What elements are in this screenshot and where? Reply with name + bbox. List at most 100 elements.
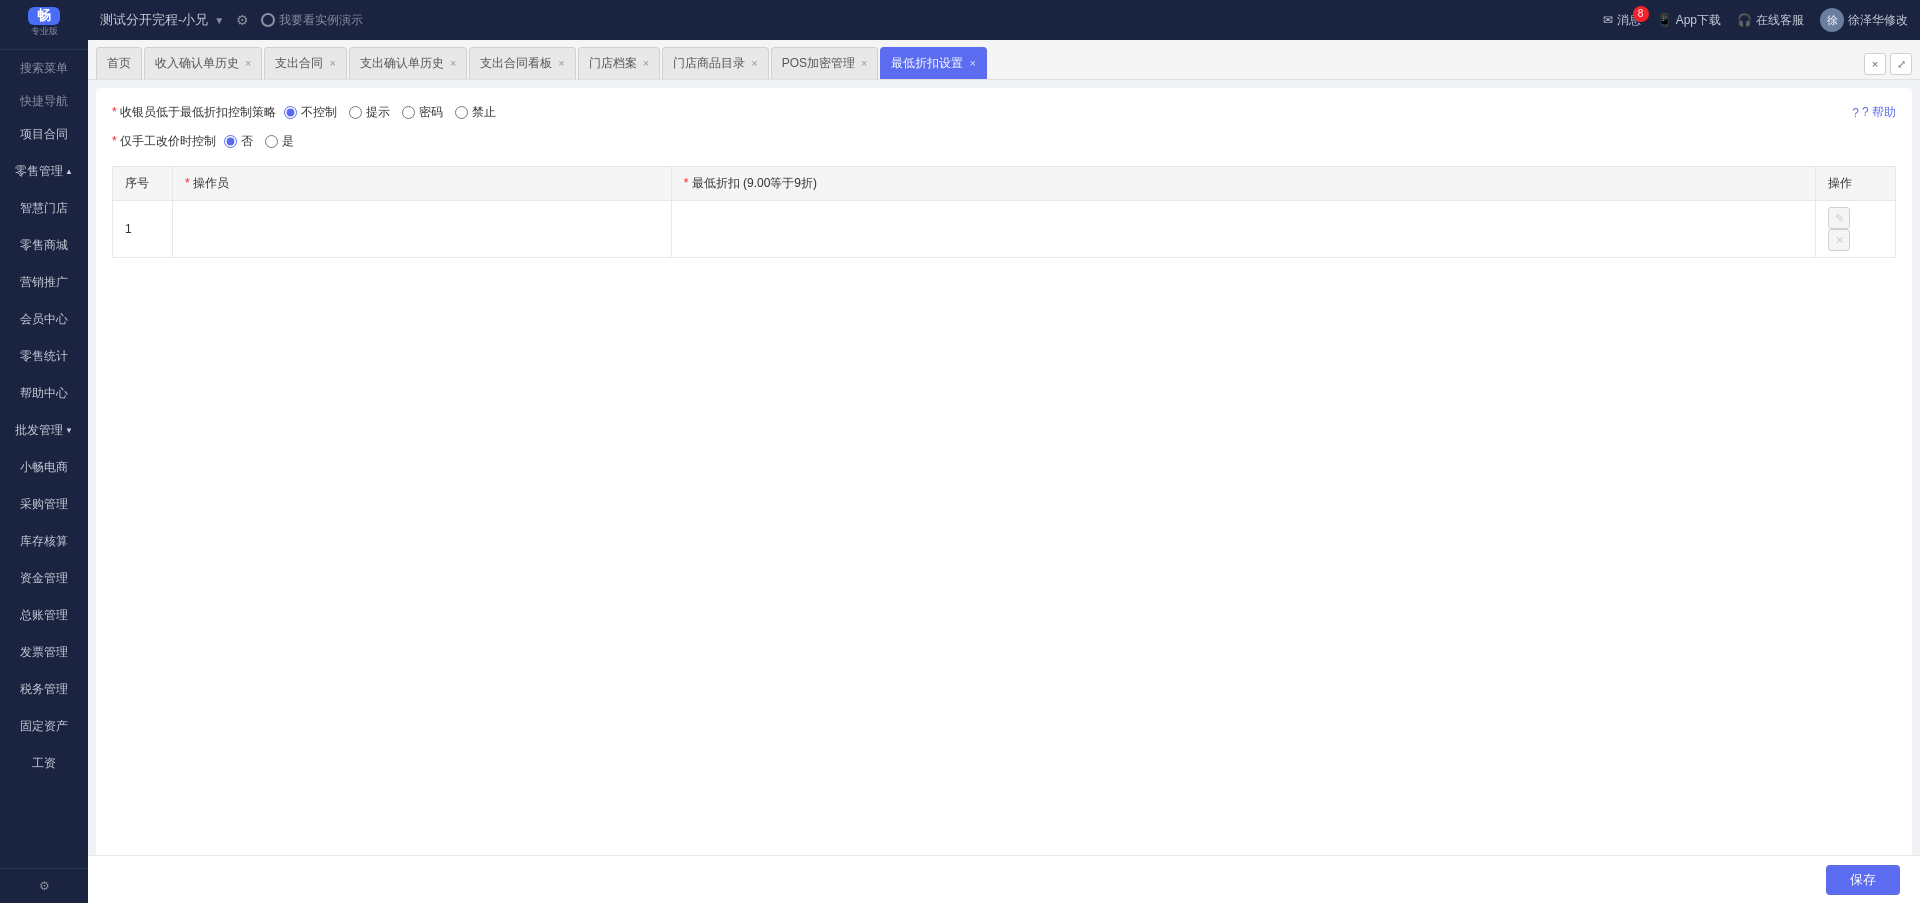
radio-no-control-input[interactable]: [284, 106, 297, 119]
sidebar-quick-nav[interactable]: 快捷导航: [0, 87, 88, 116]
topbar-settings-icon[interactable]: ⚙: [236, 12, 249, 28]
radio-no-label: 否: [241, 133, 253, 150]
tab-pos-security[interactable]: POS加密管理 ×: [771, 47, 879, 79]
radio-remind-input[interactable]: [349, 106, 362, 119]
page-card: ? ? 帮助 收银员低于最低折扣控制策略 不控制 提示: [96, 88, 1912, 879]
tab-home-label: 首页: [107, 55, 131, 72]
row-action-btn-1[interactable]: ✎: [1828, 207, 1850, 229]
tab-min-discount-close[interactable]: ×: [969, 58, 975, 69]
radio-no[interactable]: 否: [224, 133, 253, 150]
radio-password[interactable]: 密码: [402, 104, 443, 121]
sidebar-item-tax[interactable]: 税务管理: [0, 671, 88, 708]
tab-store-goods-close[interactable]: ×: [751, 58, 757, 69]
table-row: 1 ✎ ✕: [113, 201, 1896, 258]
col-seq: 序号: [113, 167, 173, 201]
sidebar-item-member-center[interactable]: 会员中心: [0, 301, 88, 338]
sidebar-item-marketing[interactable]: 营销推广: [0, 264, 88, 301]
col-actions: 操作: [1816, 167, 1896, 201]
tab-payment-contract-close[interactable]: ×: [329, 58, 335, 69]
sidebar-item-fixed-assets[interactable]: 固定资产: [0, 708, 88, 745]
radio-yes[interactable]: 是: [265, 133, 294, 150]
sidebar-search-menu[interactable]: 搜索菜单: [0, 50, 88, 87]
sidebar-item-salary[interactable]: 工资: [0, 745, 88, 782]
sidebar-item-project-contract[interactable]: 项目合同: [0, 116, 88, 153]
topbar: 测试分开完程-小兄 ▼ ⚙ 我要看实例演示 ✉ 消息 8 📱 App下载 🎧 在…: [88, 0, 1920, 40]
radio-password-input[interactable]: [402, 106, 415, 119]
radio-remind-label: 提示: [366, 104, 390, 121]
cell-seq: 1: [113, 201, 173, 258]
sidebar-item-purchase[interactable]: 采购管理: [0, 486, 88, 523]
tab-close-all-btn[interactable]: ×: [1864, 53, 1886, 75]
user-btn[interactable]: 徐 徐泽华修改: [1820, 8, 1908, 32]
sidebar-item-inventory[interactable]: 库存核算: [0, 523, 88, 560]
table-header-row: 序号 * 操作员 * 最低折扣 (9.00等于9折) 操作: [113, 167, 1896, 201]
topbar-demo-btn[interactable]: 我要看实例演示: [261, 12, 363, 29]
sidebar-item-invoice[interactable]: 发票管理: [0, 634, 88, 671]
tab-payment-contract[interactable]: 支出合同 ×: [264, 47, 346, 79]
sidebar-item-help-center[interactable]: 帮助中心: [0, 375, 88, 412]
tab-income-confirm-history-close[interactable]: ×: [245, 58, 251, 69]
sidebar-item-finance[interactable]: 资金管理: [0, 560, 88, 597]
user-name: 徐泽华修改: [1848, 12, 1908, 29]
save-button[interactable]: 保存: [1826, 865, 1900, 895]
col-min-discount: * 最低折扣 (9.00等于9折): [671, 167, 1815, 201]
sidebar-item-ecommerce[interactable]: 小畅电商: [0, 449, 88, 486]
manual-price-row: 仅手工改价时控制 否 是: [112, 133, 1896, 150]
page-footer: 保存: [88, 855, 1920, 903]
discount-control-radio-group: 不控制 提示 密码 禁止: [284, 104, 496, 121]
sidebar-item-batch-management[interactable]: 批发管理: [0, 412, 88, 449]
tab-min-discount[interactable]: 最低折扣设置 ×: [880, 47, 986, 79]
tabbar-right-btns: × ⤢: [1864, 53, 1912, 79]
radio-password-label: 密码: [419, 104, 443, 121]
sidebar-item-retail-management[interactable]: 零售管理: [0, 153, 88, 190]
tab-pos-security-close[interactable]: ×: [861, 58, 867, 69]
tab-store-goods[interactable]: 门店商品目录 ×: [662, 47, 768, 79]
radio-forbid[interactable]: 禁止: [455, 104, 496, 121]
content-area: ? ? 帮助 收银员低于最低折扣控制策略 不控制 提示: [88, 80, 1920, 903]
tab-expand-btn[interactable]: ⤢: [1890, 53, 1912, 75]
tab-home[interactable]: 首页: [96, 47, 142, 79]
sidebar-settings-btn[interactable]: ⚙: [0, 868, 88, 903]
radio-yes-label: 是: [282, 133, 294, 150]
tab-store-files-label: 门店档案: [589, 55, 637, 72]
radio-forbid-label: 禁止: [472, 104, 496, 121]
online-service-btn[interactable]: 🎧 在线客服: [1737, 12, 1804, 29]
tab-payment-board[interactable]: 支出合同看板 ×: [469, 47, 575, 79]
tab-payment-board-label: 支出合同看板: [480, 55, 552, 72]
sidebar-item-ledger[interactable]: 总账管理: [0, 597, 88, 634]
tab-payment-confirm-history-label: 支出确认单历史: [360, 55, 444, 72]
app-download-btn[interactable]: 📱 App下载: [1657, 12, 1721, 29]
radio-no-input[interactable]: [224, 135, 237, 148]
cell-actions: ✎ ✕: [1816, 201, 1896, 258]
sidebar-item-retail-stats[interactable]: 零售统计: [0, 338, 88, 375]
radio-no-control[interactable]: 不控制: [284, 104, 337, 121]
sidebar-item-retail-mall[interactable]: 零售商城: [0, 227, 88, 264]
tab-store-files[interactable]: 门店档案 ×: [578, 47, 660, 79]
tab-pos-security-label: POS加密管理: [782, 55, 855, 72]
discount-control-row: 收银员低于最低折扣控制策略 不控制 提示 密码: [112, 104, 1896, 121]
avatar: 徐: [1820, 8, 1844, 32]
topbar-right: ✉ 消息 8 📱 App下载 🎧 在线客服 徐 徐泽华修改: [1603, 8, 1908, 32]
help-link[interactable]: ? ? 帮助: [1852, 104, 1896, 121]
radio-forbid-input[interactable]: [455, 106, 468, 119]
topbar-project[interactable]: 测试分开完程-小兄 ▼: [100, 11, 224, 29]
tab-payment-confirm-history-close[interactable]: ×: [450, 58, 456, 69]
radio-remind[interactable]: 提示: [349, 104, 390, 121]
message-badge: 8: [1633, 6, 1649, 22]
sidebar-item-smart-store[interactable]: 智慧门店: [0, 190, 88, 227]
tab-store-files-close[interactable]: ×: [643, 58, 649, 69]
tab-payment-board-close[interactable]: ×: [558, 58, 564, 69]
demo-circle-icon: [261, 13, 275, 27]
radio-no-control-label: 不控制: [301, 104, 337, 121]
tabbar: 首页 收入确认单历史 × 支出合同 × 支出确认单历史 × 支出合同看板 × 门…: [88, 40, 1920, 80]
app-download-icon: 📱: [1657, 13, 1672, 27]
message-btn[interactable]: ✉ 消息 8: [1603, 12, 1641, 29]
tab-income-confirm-history[interactable]: 收入确认单历史 ×: [144, 47, 262, 79]
radio-yes-input[interactable]: [265, 135, 278, 148]
project-dropdown-icon: ▼: [214, 15, 224, 26]
discount-control-label: 收银员低于最低折扣控制策略: [112, 104, 276, 121]
tab-payment-confirm-history[interactable]: 支出确认单历史 ×: [349, 47, 467, 79]
row-action-btn-2[interactable]: ✕: [1828, 229, 1850, 251]
pro-tag: 专业版: [31, 25, 58, 42]
help-icon: ?: [1852, 106, 1859, 120]
